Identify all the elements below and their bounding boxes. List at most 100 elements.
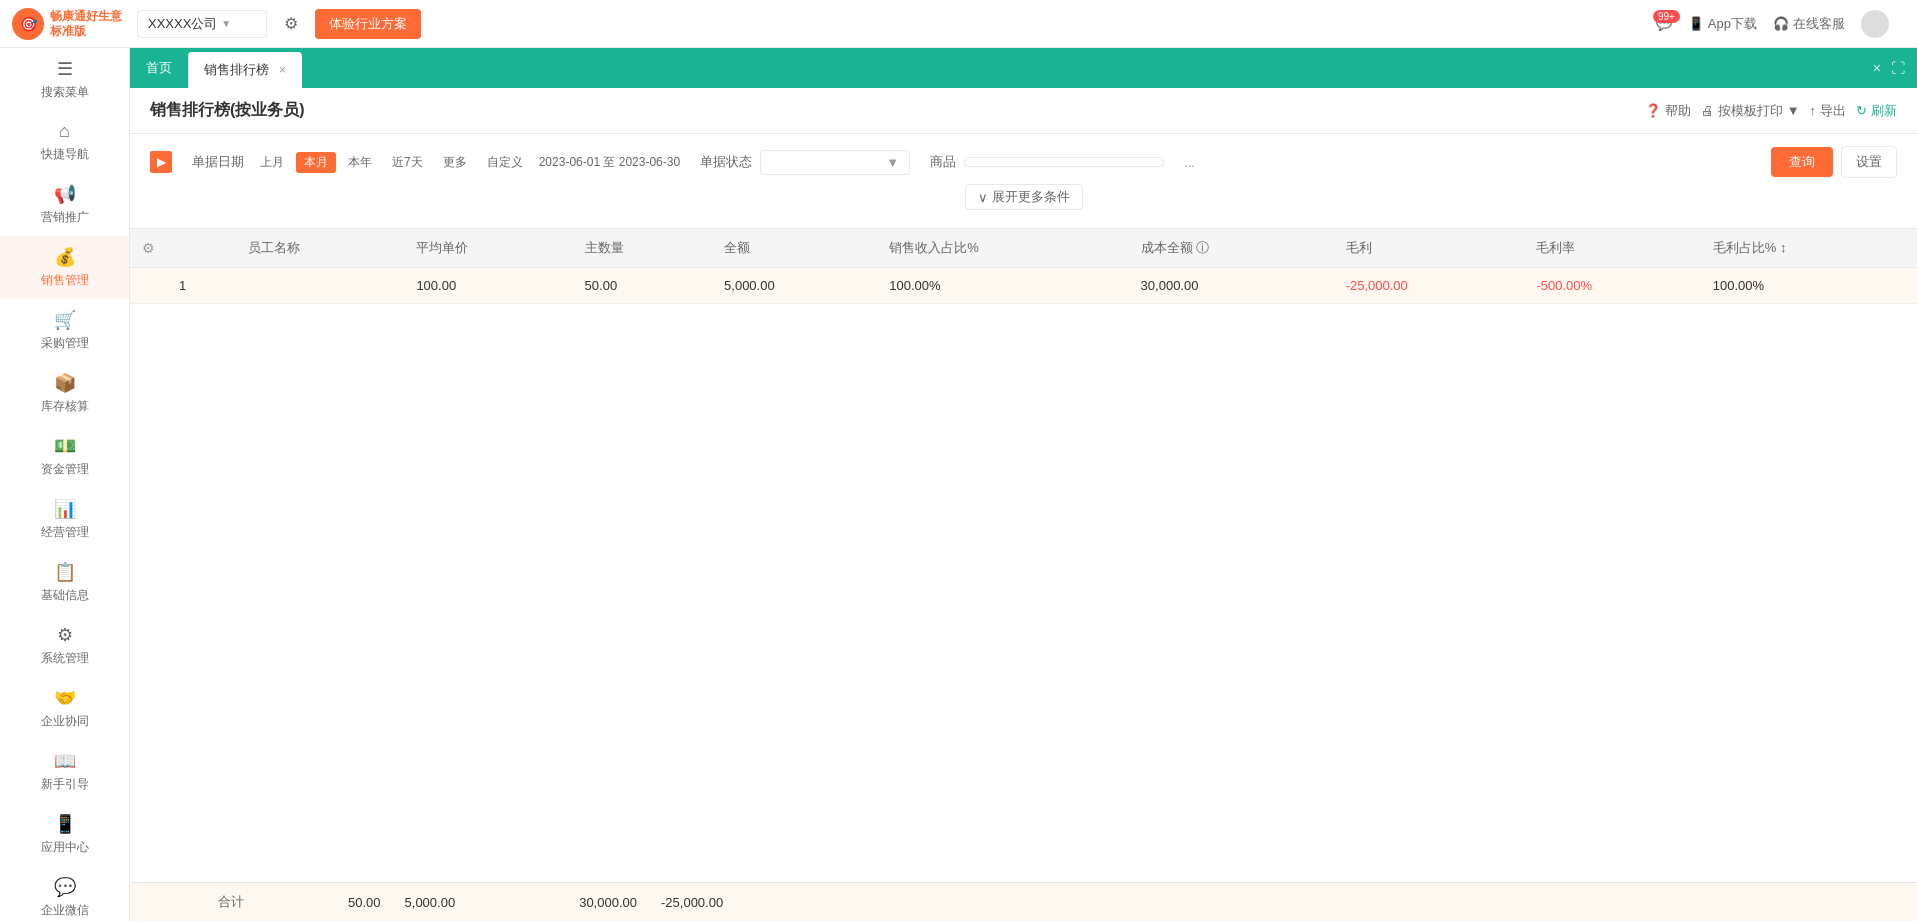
tab-maximize-icon[interactable]: ⛶ bbox=[1891, 60, 1905, 76]
export-button[interactable]: ↑ 导出 bbox=[1810, 102, 1847, 120]
query-button[interactable]: 查询 bbox=[1771, 147, 1833, 177]
table-header-row: ⚙ 员工名称 平均单价 主数量 全额 销售收入占比% 成本全额 ⓘ 毛利 毛利率… bbox=[130, 229, 1917, 268]
help-button[interactable]: ❓ 帮助 bbox=[1645, 102, 1691, 120]
col-gross-ratio: 毛利占比% ↕ bbox=[1701, 229, 1917, 268]
system-icon: ⚙ bbox=[57, 624, 73, 646]
sidebar-item-quicknav[interactable]: ⌂ 快捷导航 bbox=[0, 111, 129, 173]
expand-row: ∨ 展开更多条件 bbox=[150, 178, 1897, 216]
status-label: 单据状态 bbox=[700, 153, 752, 171]
sidebar-item-label: 库存核算 bbox=[41, 398, 89, 415]
date-tab-lastmonth[interactable]: 上月 bbox=[252, 152, 292, 173]
table-row: 1 100.00 50.00 5,000.00 100.00% 30,000.0… bbox=[130, 268, 1917, 304]
col-gross: 毛利 bbox=[1334, 229, 1525, 268]
filter-expand-arrow[interactable]: ▶ bbox=[150, 151, 172, 173]
date-tab-thismonth[interactable]: 本月 bbox=[296, 152, 336, 173]
date-filter: 单据日期 上月 本月 本年 近7天 更多 自定义 2023-06-01 至 20… bbox=[192, 152, 680, 173]
app-logo: 🎯 畅康通好生意 标准版 bbox=[12, 8, 127, 40]
date-tab-custom[interactable]: 自定义 bbox=[479, 152, 531, 173]
print-button[interactable]: 🖨 按模板打印 ▼ bbox=[1701, 102, 1800, 120]
app-download-button[interactable]: 📱 App下载 bbox=[1688, 15, 1757, 33]
trial-button[interactable]: 体验行业方案 bbox=[315, 9, 421, 39]
status-filter: 单据状态 ▼ bbox=[700, 150, 910, 175]
sidebar-item-appstore[interactable]: 📱 应用中心 bbox=[0, 803, 129, 866]
help-label: 帮助 bbox=[1665, 102, 1691, 120]
download-icon: 📱 bbox=[1688, 16, 1704, 31]
sidebar-item-label: 快捷导航 bbox=[41, 146, 89, 163]
tab-sales-ranking[interactable]: 销售排行榜 × bbox=[188, 52, 302, 88]
sidebar-item-operation[interactable]: 📊 经营管理 bbox=[0, 488, 129, 551]
tab-bar: 首页 销售排行榜 × × ⛶ bbox=[130, 48, 1917, 88]
wechat-icon: 💬 bbox=[54, 876, 76, 898]
cell-gross-rate: -500.00% bbox=[1524, 268, 1700, 304]
expand-more-btn[interactable]: ∨ 展开更多条件 bbox=[965, 184, 1083, 210]
sidebar-item-label: 营销推广 bbox=[41, 209, 89, 226]
sidebar-item-label: 系统管理 bbox=[41, 650, 89, 667]
logo-icon: 🎯 bbox=[12, 8, 44, 40]
sidebar-item-wechat[interactable]: 💬 企业微信 bbox=[0, 866, 129, 921]
operation-icon: 📊 bbox=[54, 498, 76, 520]
avatar[interactable] bbox=[1861, 10, 1889, 38]
company-selector[interactable]: XXXXX公司 ▼ bbox=[137, 10, 267, 38]
help-icon: ❓ bbox=[1645, 103, 1661, 118]
cell-amount: 5,000.00 bbox=[712, 268, 877, 304]
col-amount: 全额 bbox=[712, 229, 877, 268]
date-tab-more[interactable]: 更多 bbox=[435, 152, 475, 173]
page-header: 销售排行榜(按业务员) ❓ 帮助 🖨 按模板打印 ▼ ↑ 导出 bbox=[130, 88, 1917, 134]
company-name: XXXXX公司 bbox=[148, 15, 217, 33]
print-icon: 🖨 bbox=[1701, 103, 1714, 118]
tab-close-icon[interactable]: × bbox=[279, 63, 286, 77]
sidebar-item-label: 企业协同 bbox=[41, 713, 89, 730]
table-footer: 合计 50.00 5,000.00 30,000.00 -25,000.00 bbox=[130, 882, 1917, 921]
refresh-button[interactable]: ↻ 刷新 bbox=[1856, 102, 1897, 120]
inventory-icon: 📦 bbox=[54, 372, 76, 394]
page-title: 销售排行榜(按业务员) bbox=[150, 100, 305, 121]
sidebar-item-marketing[interactable]: 📢 营销推广 bbox=[0, 173, 129, 236]
cell-gross: -25,000.00 bbox=[1334, 268, 1525, 304]
sidebar: ☰ 搜索菜单 ⌂ 快捷导航 📢 营销推广 💰 销售管理 🛒 采购管理 📦 库 bbox=[0, 48, 130, 921]
col-avg-price: 平均单价 bbox=[404, 229, 572, 268]
topbar-settings-icon[interactable]: ⚙ bbox=[277, 10, 305, 38]
message-button[interactable]: 💬 99+ 💬 bbox=[1656, 16, 1672, 31]
sidebar-item-system[interactable]: ⚙ 系统管理 bbox=[0, 614, 129, 677]
page-actions: ❓ 帮助 🖨 按模板打印 ▼ ↑ 导出 ↻ 刷新 bbox=[1645, 102, 1897, 120]
date-tab-thisyear[interactable]: 本年 bbox=[340, 152, 380, 173]
status-select[interactable]: ▼ bbox=[760, 150, 910, 175]
sidebar-item-label: 资金管理 bbox=[41, 461, 89, 478]
col-name: 员工名称 bbox=[236, 229, 404, 268]
sidebar-item-inventory[interactable]: 📦 库存核算 bbox=[0, 362, 129, 425]
sidebar-item-sales[interactable]: 💰 销售管理 bbox=[0, 236, 129, 299]
date-tab-7days[interactable]: 近7天 bbox=[384, 152, 431, 173]
tab-home[interactable]: 首页 bbox=[130, 48, 188, 88]
expand-label: 展开更多条件 bbox=[992, 188, 1070, 206]
cell-gross-ratio: 100.00% bbox=[1701, 268, 1917, 304]
collab-icon: 🤝 bbox=[54, 687, 76, 709]
sidebar-item-collab[interactable]: 🤝 企业协同 bbox=[0, 677, 129, 740]
sidebar-item-label: 应用中心 bbox=[41, 839, 89, 856]
date-label: 单据日期 bbox=[192, 153, 244, 171]
status-arrow-icon: ▼ bbox=[886, 155, 899, 170]
sidebar-item-label: 新手引导 bbox=[41, 776, 89, 793]
date-tabs: 上月 本月 本年 近7天 更多 自定义 bbox=[252, 152, 531, 173]
print-arrow-icon: ▼ bbox=[1787, 103, 1800, 118]
sidebar-item-purchase[interactable]: 🛒 采购管理 bbox=[0, 299, 129, 362]
date-range-text: 2023-06-01 至 2023-06-30 bbox=[539, 154, 680, 171]
cell-cost: 30,000.00 bbox=[1129, 268, 1334, 304]
tab-minimize-icon[interactable]: × bbox=[1873, 60, 1881, 76]
cell-name bbox=[236, 268, 404, 304]
purchase-icon: 🛒 bbox=[54, 309, 76, 331]
sidebar-item-label: 采购管理 bbox=[41, 335, 89, 352]
sidebar-item-search[interactable]: ☰ 搜索菜单 bbox=[0, 48, 129, 111]
settings-small-button[interactable]: 设置 bbox=[1841, 146, 1897, 178]
tab-sales-label: 销售排行榜 bbox=[204, 61, 269, 79]
marketing-icon: 📢 bbox=[54, 183, 76, 205]
goods-select[interactable] bbox=[964, 157, 1164, 167]
more-filter-btn[interactable]: ... bbox=[1184, 155, 1195, 170]
refresh-label: 刷新 bbox=[1871, 102, 1897, 120]
sidebar-item-basics[interactable]: 📋 基础信息 bbox=[0, 551, 129, 614]
sidebar-item-guide[interactable]: 📖 新手引导 bbox=[0, 740, 129, 803]
sales-icon: 💰 bbox=[54, 246, 76, 268]
online-service-button[interactable]: 🎧 在线客服 bbox=[1773, 15, 1845, 33]
sidebar-item-finance[interactable]: 💵 资金管理 bbox=[0, 425, 129, 488]
tab-home-label: 首页 bbox=[146, 59, 172, 77]
column-settings-icon[interactable]: ⚙ bbox=[142, 240, 155, 256]
